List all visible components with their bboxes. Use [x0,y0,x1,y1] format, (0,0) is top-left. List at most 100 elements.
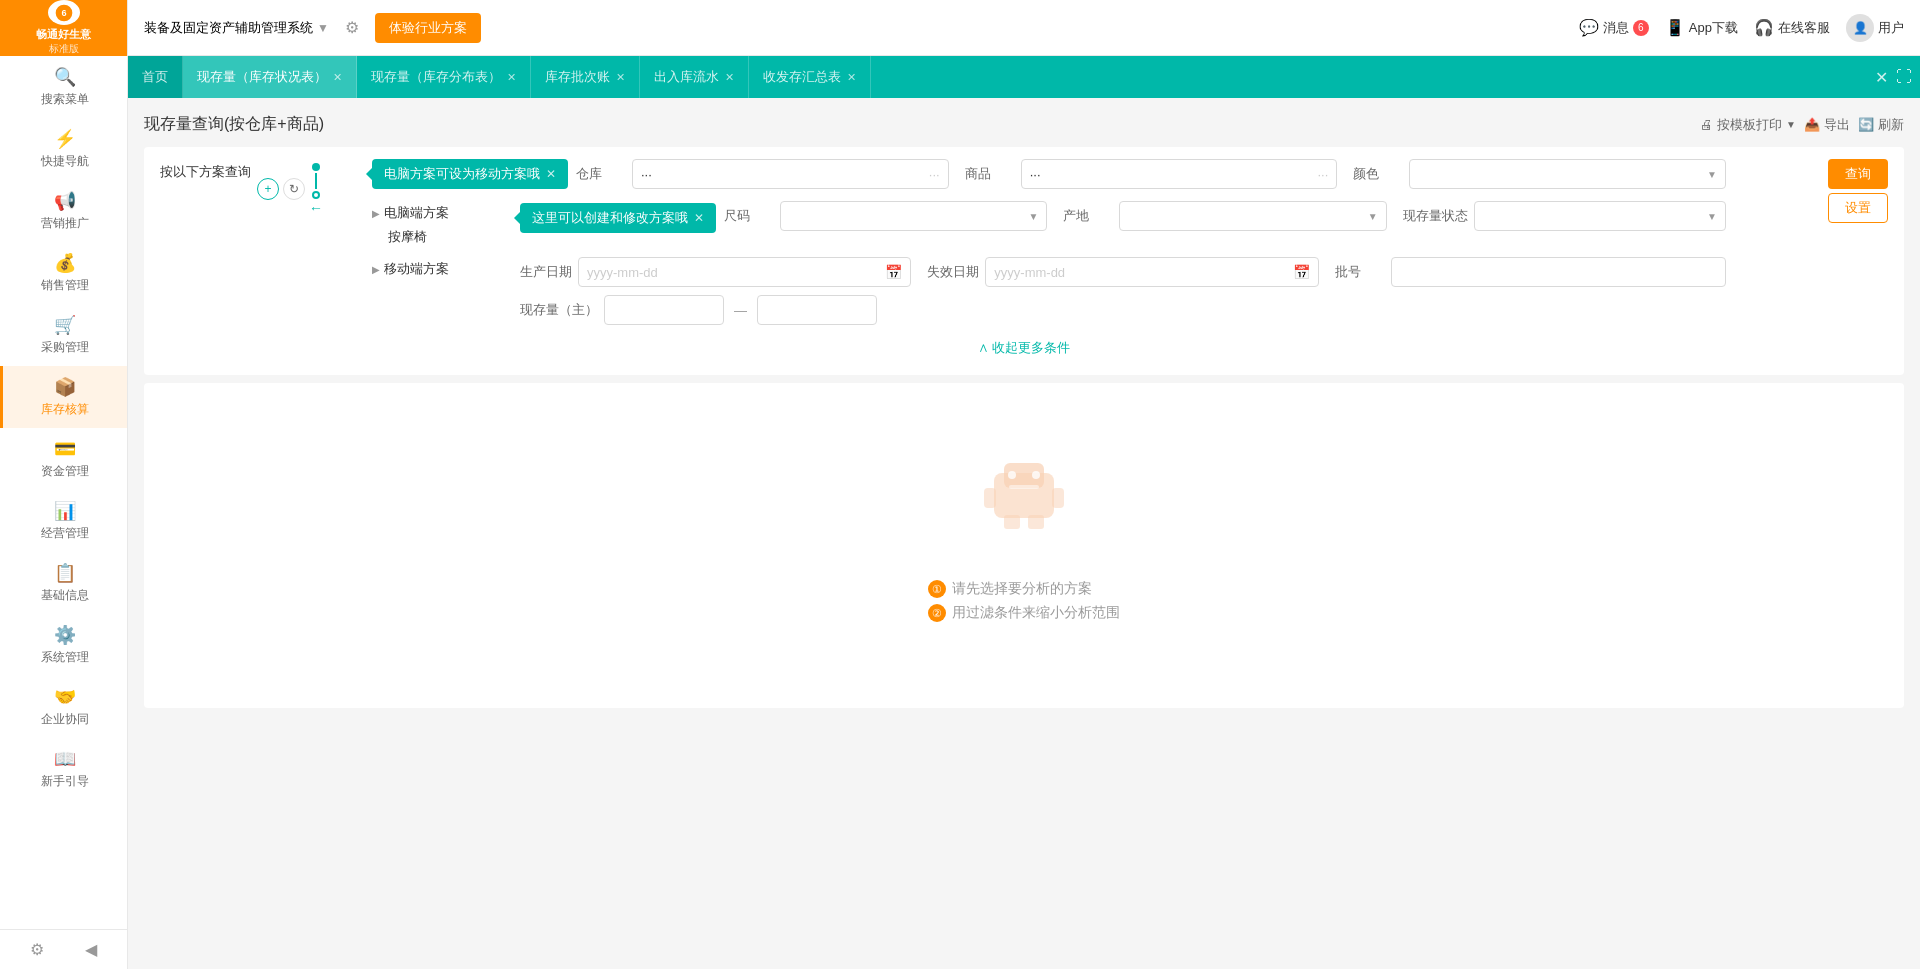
vert-line [315,173,317,189]
origin-label: 产地 [1063,207,1113,225]
search-button[interactable]: 查询 [1828,159,1888,189]
sidebar-item-label: 采购管理 [41,339,89,356]
tab-inventory-status-close[interactable]: ✕ [333,71,342,84]
desktop-scheme-label: 电脑端方案 [384,204,449,222]
tab-bar-right: ✕ ⛶ [1875,56,1920,98]
tab-fullscreen-btn[interactable]: ⛶ [1896,68,1912,86]
tab-home[interactable]: 首页 [128,56,183,98]
tab-close-all-btn[interactable]: ✕ [1875,68,1888,87]
left-arrow: ← [309,201,323,215]
tab-batch-account[interactable]: 库存批次账 ✕ [531,56,640,98]
desktop-child-item[interactable]: 按摩椅 [372,225,512,249]
online-service-action[interactable]: 🎧 在线客服 [1754,18,1830,37]
tab-batch-account-close[interactable]: ✕ [616,71,625,84]
color-label: 颜色 [1353,165,1403,183]
production-date-calendar-icon[interactable]: 📅 [885,264,902,280]
print-icon: 🖨 [1700,117,1713,132]
mobile-arrow: ▶ [372,264,380,275]
size-select[interactable]: ▼ [780,201,1047,231]
production-date-input[interactable]: yyyy-mm-dd 📅 [578,257,911,287]
settings-bottom-btn[interactable]: ⚙ [30,940,44,959]
batch-input[interactable] [1391,257,1726,287]
system-selector[interactable]: 装备及固定资产辅助管理系统 ▼ [144,19,329,37]
sidebar-item-label: 销售管理 [41,277,89,294]
sidebar-item-basic[interactable]: 📋 基础信息 [0,552,127,614]
filter-label: 按以下方案查询 [160,163,251,181]
empty-content: 请先选择要分析的方案 用过滤条件来缩小分析范围 [144,443,1904,628]
connector-arrows[interactable]: ← [309,163,323,215]
refresh-scheme-btn[interactable]: ↻ [283,178,305,200]
tab-inventory-dist-label: 现存量（库存分布表） [371,68,501,86]
desktop-arrow: ▶ [372,208,380,219]
sidebar-item-label: 营销推广 [41,215,89,232]
search-icon: 🔍 [54,66,76,88]
tab-inventory-dist[interactable]: 现存量（库存分布表） ✕ [357,56,531,98]
online-service-label: 在线客服 [1778,19,1830,37]
app-download-label: App下载 [1689,19,1738,37]
experience-button[interactable]: 体验行业方案 [375,13,481,43]
phone-icon: 📱 [1665,18,1685,37]
add-scheme-btn[interactable]: + [257,178,279,200]
sidebar-item-sales[interactable]: 💰 销售管理 [0,242,127,304]
reset-button[interactable]: 设置 [1828,193,1888,223]
stock-main-label: 现存量（主） [520,301,598,319]
sidebar-item-label: 搜索菜单 [41,91,89,108]
stock-status-select[interactable]: ▼ [1474,201,1726,231]
size-label: 尺码 [724,207,774,225]
origin-select[interactable]: ▼ [1119,201,1386,231]
svg-rect-6 [1009,485,1039,489]
logo-icon: 6 [48,0,80,25]
stock-main-to[interactable] [757,295,877,325]
expiry-date-calendar-icon[interactable]: 📅 [1293,264,1310,280]
refresh-btn[interactable]: 🔄 刷新 [1858,116,1904,134]
sidebar: 6 畅通好生意 标准版 🔍 搜索菜单 ⚡ 快捷导航 📢 营销推广 💰 销售管理 … [0,0,128,969]
svg-point-4 [1008,471,1016,479]
sidebar-item-inventory[interactable]: 📦 库存核算 [0,366,127,428]
goods-label: 商品 [965,165,1015,183]
tab-inout-flow[interactable]: 出入库流水 ✕ [640,56,749,98]
tab-receipt-summary[interactable]: 收发存汇总表 ✕ [749,56,871,98]
collapse-filter-btn[interactable]: ∧ 收起更多条件 [160,333,1888,363]
tab-receipt-summary-label: 收发存汇总表 [763,68,841,86]
sidebar-item-system[interactable]: ⚙️ 系统管理 [0,614,127,676]
mobile-scheme-item[interactable]: ▶ 移动端方案 [372,257,512,281]
sidebar-item-search[interactable]: 🔍 搜索菜单 [0,56,127,118]
tab-inventory-dist-close[interactable]: ✕ [507,71,516,84]
sidebar-bottom: ⚙ ◀ [0,929,127,969]
desktop-scheme-item[interactable]: ▶ 电脑端方案 [372,201,512,225]
app-download-action[interactable]: 📱 App下载 [1665,18,1738,37]
edit-tooltip-close[interactable]: ✕ [694,211,704,225]
tab-receipt-summary-close[interactable]: ✕ [847,71,856,84]
tab-inout-flow-close[interactable]: ✕ [725,71,734,84]
sidebar-item-quick[interactable]: ⚡ 快捷导航 [0,118,127,180]
dot-bottom [312,191,320,199]
tab-inventory-status[interactable]: 现存量（库存状况表） ✕ [183,56,357,98]
sidebar-item-enterprise[interactable]: 🤝 企业协同 [0,676,127,738]
collapse-btn[interactable]: ◀ [85,940,97,959]
user-action[interactable]: 👤 用户 [1846,14,1904,42]
sidebar-logo: 6 畅通好生意 标准版 [0,0,127,56]
settings-icon[interactable]: ⚙ [345,18,359,37]
sidebar-item-finance[interactable]: 💳 资金管理 [0,428,127,490]
scheme-tooltip-close[interactable]: ✕ [546,167,556,181]
guide-icon: 📖 [54,748,76,770]
stock-main-from[interactable] [604,295,724,325]
filter-panel: 按以下方案查询 + ↻ ← [144,147,1904,375]
template-print-btn[interactable]: 🖨 按模板打印 ▼ [1700,116,1796,134]
message-action[interactable]: 💬 消息 6 [1579,18,1649,37]
goods-select[interactable]: ··· ··· [1021,159,1338,189]
expiry-date-input[interactable]: yyyy-mm-dd 📅 [985,257,1318,287]
user-label: 用户 [1878,19,1904,37]
operations-icon: 📊 [54,500,76,522]
production-date-label: 生产日期 [520,263,572,281]
warehouse-select[interactable]: ··· ··· [632,159,949,189]
quick-icon: ⚡ [54,128,76,150]
sidebar-item-operations[interactable]: 📊 经营管理 [0,490,127,552]
top-header: 装备及固定资产辅助管理系统 ▼ ⚙ 体验行业方案 💬 消息 6 📱 App下载 … [128,0,1920,56]
sidebar-item-guide[interactable]: 📖 新手引导 [0,738,127,800]
sidebar-item-purchase[interactable]: 🛒 采购管理 [0,304,127,366]
svg-rect-10 [1028,515,1044,529]
color-select[interactable]: ▼ [1409,159,1726,189]
export-btn[interactable]: 📤 导出 [1804,116,1850,134]
sidebar-item-marketing[interactable]: 📢 营销推广 [0,180,127,242]
